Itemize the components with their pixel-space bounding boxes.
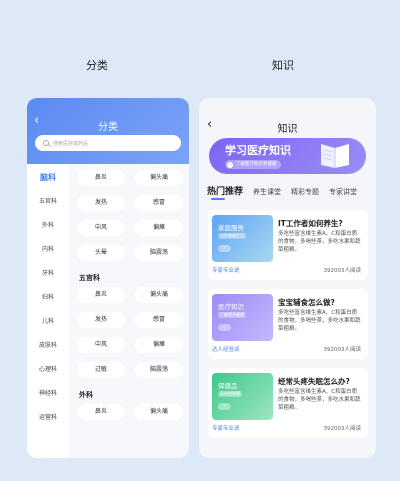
search-icon [43,140,49,146]
sidebar-item[interactable]: 外科 [27,214,69,238]
sidebar-item[interactable]: 神经科 [27,382,69,406]
arrow-icon: › [218,324,231,331]
category-screen: ‹ 分类 搜索医院或药品 脑科 五官科 外科 内科 牙科 妇科 儿科 皮肤科 心理科 神经科 运营科… [27,98,189,458]
caption-knowledge: 知识 [272,59,294,72]
article-title: 宝宝辅食怎么做? [278,298,335,307]
search-input[interactable]: 搜索医院或药品 [35,135,181,151]
read-count: 392003人阅读 [323,268,362,274]
arrow-icon: › [218,245,231,252]
article-footer: 专家专业说 392003人阅读 [212,266,361,274]
article-title: IT工作者如何养生? [278,219,343,228]
tag-button[interactable]: 偏瘫 [135,337,183,353]
arrow-icon: › [227,161,233,168]
banner-title: 学习医疗知识 [225,144,291,157]
sidebar-item[interactable]: 牙科 [27,262,69,286]
tag-button[interactable]: 偏瘫 [135,220,183,236]
page-title: 分类 [98,122,118,133]
tag-button[interactable]: 感冒 [135,195,183,211]
thumbnail-sub: 全家健康生活 [218,233,246,239]
tag-grid: 鼻炎 偏头痛 发热 感冒 中风 偏瘫 过敏 脑震荡 [77,287,183,378]
article-card[interactable]: 家庭服务 全家健康生活 › IT工作者如何养生? 多吃些富含维生素A、C和蛋白质的食物，… [208,210,368,280]
thumbnail-label: 保健品 [218,382,238,390]
tag-button[interactable]: 偏头痛 [135,170,183,186]
banner-button[interactable]: › 了解医疗知识更健康 [225,160,281,169]
article-thumbnail: 医疗知识 了解更多健康 › [212,294,273,341]
article-title: 经常头疼失眠怎么办? [278,377,350,386]
book-icon [321,144,349,168]
knowledge-header: ‹ 知识 [199,98,376,138]
thumbnail-sub: 身体更健康 [218,391,242,397]
section-title: 外科 [79,391,93,399]
article-tag: 专家专业说 [212,426,240,432]
tag-button[interactable]: 头晕 [77,245,125,261]
tag-button[interactable]: 中风 [77,337,125,353]
sidebar-item[interactable]: 妇科 [27,286,69,310]
sidebar-item[interactable]: 儿科 [27,310,69,334]
article-footer: 达人经验谈 392003人阅读 [212,345,361,353]
article-card[interactable]: 医疗知识 了解更多健康 › 宝宝辅食怎么做? 多吃些富含维生素A、C和蛋白质的食物，多喝… [208,289,368,359]
sidebar-item[interactable]: 内科 [27,238,69,262]
sidebar-item[interactable]: 运营科 [27,406,69,430]
tag-button[interactable]: 感冒 [135,312,183,328]
knowledge-screen: ‹ 知识 学习医疗知识 › 了解医疗知识更健康 热门推荐 养生课堂 精彩专题 专家讲堂 … [199,98,376,458]
sidebar-item[interactable]: 皮肤科 [27,334,69,358]
sidebar-item[interactable]: 心理科 [27,358,69,382]
tab[interactable]: 养生课堂 [253,187,281,197]
tag-button[interactable]: 脑震荡 [135,245,183,261]
tag-grid: 鼻炎 偏头痛 [77,404,183,420]
tag-button[interactable]: 鼻炎 [77,170,125,186]
tag-button[interactable]: 过敏 [77,362,125,378]
article-tag: 达人经验谈 [212,347,240,353]
article-description: 多吃些富含维生素A、C和蛋白质的食物，多喝些茶，多吃水果和蔬菜粗粮。 [278,389,361,411]
search-placeholder: 搜索医院或药品 [53,140,89,147]
tag-button[interactable]: 鼻炎 [77,404,125,420]
caption-category: 分类 [86,59,108,72]
read-count: 392003人阅读 [323,426,362,432]
article-footer: 专家专业说 392003人阅读 [212,424,361,432]
tag-button[interactable]: 偏头痛 [135,404,183,420]
knowledge-banner[interactable]: 学习医疗知识 › 了解医疗知识更健康 [209,138,366,174]
article-thumbnail: 家庭服务 全家健康生活 › [212,215,273,262]
page-title: 知识 [277,124,298,135]
tag-button[interactable]: 发热 [77,195,125,211]
tab[interactable]: 热门推荐 [207,184,243,200]
tab[interactable]: 专家讲堂 [329,187,357,197]
read-count: 392003人阅读 [323,347,362,353]
thumbnail-label: 医疗知识 [218,303,244,311]
tag-button[interactable]: 中风 [77,220,125,236]
article-description: 多吃些富含维生素A、C和蛋白质的食物，多喝些茶，多吃水果和蔬菜粗粮。 [278,231,361,253]
sidebar-item[interactable]: 五官科 [27,190,69,214]
section-title: 五官科 [79,274,100,282]
tag-button[interactable]: 鼻炎 [77,287,125,303]
category-header: ‹ 分类 搜索医院或药品 [27,98,189,164]
banner-button-label: 了解医疗知识更健康 [236,162,277,167]
tag-grid: 鼻炎 偏头痛 发热 感冒 中风 偏瘫 头晕 脑震荡 [77,170,183,261]
category-sidebar: 脑科 五官科 外科 内科 牙科 妇科 儿科 皮肤科 心理科 神经科 运营科 [27,164,69,458]
article-tag: 专家专业说 [212,268,240,274]
knowledge-tabs: 热门推荐 养生课堂 精彩专题 专家讲堂 [207,184,376,200]
tag-button[interactable]: 脑震荡 [135,362,183,378]
article-thumbnail: 保健品 身体更健康 › [212,373,273,420]
tag-button[interactable]: 偏头痛 [135,287,183,303]
arrow-icon: › [218,403,231,410]
category-content: 鼻炎 偏头痛 发热 感冒 中风 偏瘫 头晕 脑震荡 五官科 鼻炎 偏头痛 发热 感冒 中风 偏瘫 过敏 脑震荡外… [69,164,189,458]
sidebar-item[interactable]: 脑科 [27,166,69,190]
tag-button[interactable]: 发热 [77,312,125,328]
article-card[interactable]: 保健品 身体更健康 › 经常头疼失眠怎么办? 多吃些富含维生素A、C和蛋白质的食物，多喝… [208,368,368,438]
thumbnail-label: 家庭服务 [218,224,244,232]
article-description: 多吃些富含维生素A、C和蛋白质的食物，多喝些茶，多吃水果和蔬菜粗粮。 [278,310,361,332]
thumbnail-sub: 了解更多健康 [218,312,246,318]
tab[interactable]: 精彩专题 [291,187,319,197]
